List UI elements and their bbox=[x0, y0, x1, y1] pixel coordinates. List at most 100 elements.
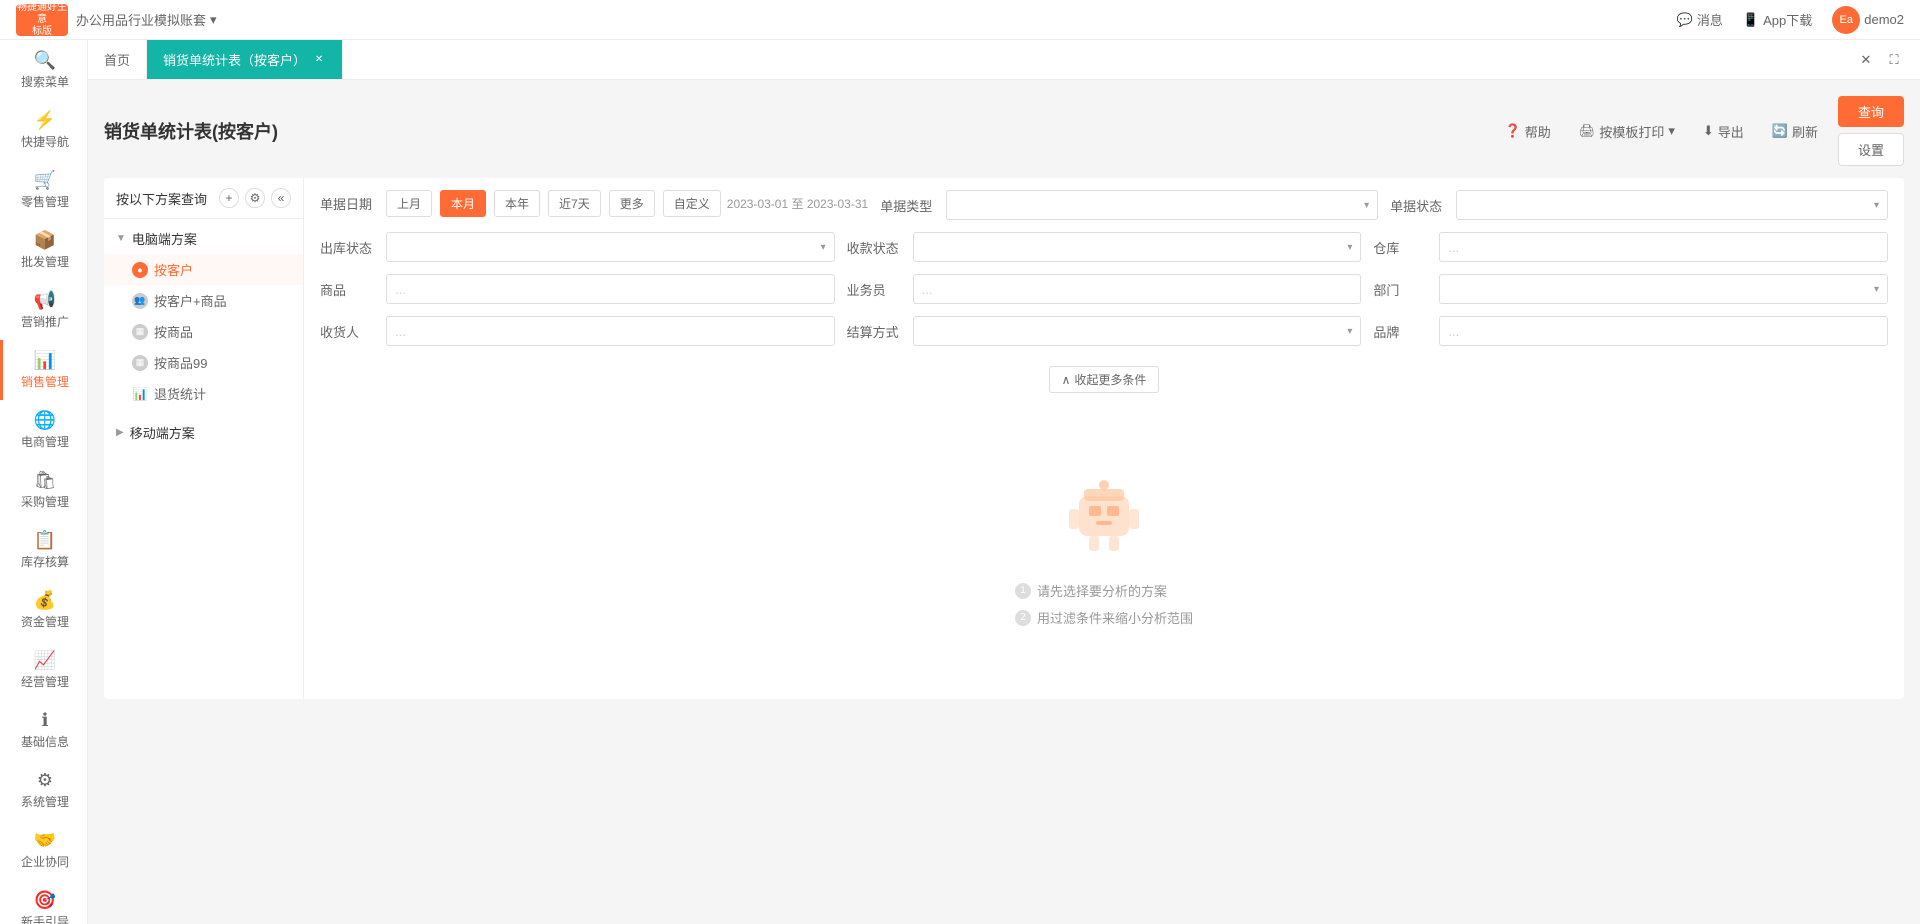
doc-type-chevron: ▾ bbox=[1364, 200, 1369, 211]
sidebar-item-search[interactable]: 🔍 搜索菜单 bbox=[0, 40, 87, 100]
app-logo: 畅捷通好生意标版 bbox=[16, 4, 68, 36]
page-actions: ❓ 帮助 🖨 按模板打印 ▾ ⬇ 导出 🔄 刷新 bbox=[1497, 96, 1904, 166]
help-btn[interactable]: ❓ 帮助 bbox=[1497, 118, 1559, 145]
industry-name: 办公用品行业模拟账套 bbox=[76, 10, 206, 29]
doc-status-select[interactable]: ▾ bbox=[1456, 190, 1888, 220]
out-status-label: 出库状态 bbox=[320, 238, 380, 257]
mobile-group-arrow: ▶ bbox=[116, 427, 124, 438]
tab-home[interactable]: 首页 bbox=[88, 40, 147, 79]
template-print-icon: 🖨 bbox=[1579, 123, 1596, 139]
warehouse-placeholder: ... bbox=[1448, 240, 1459, 255]
user-profile[interactable]: Ea demo2 bbox=[1832, 6, 1904, 34]
export-icon: ⬇ bbox=[1703, 123, 1714, 139]
sidebar-item-system[interactable]: ⚙ 系统管理 bbox=[0, 760, 87, 820]
employee-label: 业务员 bbox=[847, 280, 907, 299]
scheme-group-mobile: ▶ 移动端方案 bbox=[104, 413, 303, 452]
date-btn-this-year[interactable]: 本年 bbox=[494, 190, 540, 217]
scheme-panel: 按以下方案查询 + ⚙ « ▼ 电脑端方案 bbox=[104, 178, 304, 699]
collapse-btn[interactable]: ∧ 收起更多条件 bbox=[1049, 366, 1160, 393]
industry-chevron: ▾ bbox=[210, 12, 217, 28]
scheme-title: 按以下方案查询 bbox=[116, 189, 207, 208]
refresh-btn[interactable]: 🔄 刷新 bbox=[1764, 118, 1826, 145]
scheme-group-mobile-header[interactable]: ▶ 移动端方案 bbox=[104, 417, 303, 448]
out-status-select[interactable]: ▾ bbox=[386, 232, 835, 262]
operation-icon: 📈 bbox=[34, 650, 56, 671]
scheme-item-return-stats[interactable]: 📊 退货统计 bbox=[104, 378, 303, 409]
window-minimize-btn[interactable]: ✕ bbox=[1856, 50, 1876, 70]
employee-placeholder: ... bbox=[922, 282, 933, 297]
dept-chevron: ▾ bbox=[1874, 284, 1879, 295]
industry-selector[interactable]: 办公用品行业模拟账套 ▾ bbox=[76, 10, 217, 29]
empty-robot-illustration bbox=[1054, 461, 1154, 561]
scheme-add-btn[interactable]: + bbox=[219, 188, 239, 208]
sidebar-item-purchase[interactable]: 🛍 采购管理 bbox=[0, 460, 87, 520]
settle-select[interactable]: ▾ bbox=[913, 316, 1362, 346]
tip-num-2: 2 bbox=[1015, 610, 1031, 626]
date-btn-custom[interactable]: 自定义 bbox=[663, 190, 721, 217]
doc-type-select[interactable]: ▾ bbox=[946, 190, 1378, 220]
query-btn[interactable]: 查询 bbox=[1838, 96, 1904, 127]
main-layout: 🔍 搜索菜单 ⚡ 快捷导航 🛒 零售管理 📦 批发管理 📢 营销推广 📊 销售管… bbox=[0, 40, 1920, 924]
sidebar-item-sales[interactable]: 📊 销售管理 bbox=[0, 340, 87, 400]
scheme-actions: + ⚙ « bbox=[219, 188, 291, 208]
system-icon: ⚙ bbox=[37, 770, 53, 791]
sidebar-item-enterprise[interactable]: 🤝 企业协同 bbox=[0, 820, 87, 880]
sidebar-item-operation[interactable]: 📈 经营管理 bbox=[0, 640, 87, 700]
page-header: 销货单统计表(按客户) ❓ 帮助 🖨 按模板打印 ▾ ⬇ 导出 bbox=[104, 96, 1904, 166]
scheme-item-by-customer-goods[interactable]: 👥 按客户+商品 bbox=[104, 285, 303, 316]
brand-input[interactable]: ... bbox=[1439, 316, 1888, 346]
window-maximize-btn[interactable]: ⛶ bbox=[1884, 50, 1904, 70]
date-btn-more[interactable]: 更多 bbox=[609, 190, 655, 217]
message-label: 消息 bbox=[1697, 10, 1723, 29]
scheme-settings-btn[interactable]: ⚙ bbox=[245, 188, 265, 208]
header-right: 💬 消息 📱 App下载 Ea demo2 bbox=[1677, 6, 1904, 34]
recipient-input[interactable]: ... bbox=[386, 316, 835, 346]
app-header: 畅捷通好生意标版 办公用品行业模拟账套 ▾ 💬 消息 📱 App下载 Ea de… bbox=[0, 0, 1920, 40]
date-btn-this-month[interactable]: 本月 bbox=[440, 190, 486, 217]
settings-btn[interactable]: 设置 bbox=[1838, 133, 1904, 166]
tab-sales-stats[interactable]: 销货单统计表（按客户） ✕ bbox=[147, 40, 343, 79]
message-btn[interactable]: 💬 消息 bbox=[1677, 10, 1723, 29]
search-icon: 🔍 bbox=[34, 50, 56, 71]
sidebar-item-inventory[interactable]: 📋 库存核算 bbox=[0, 520, 87, 580]
dept-select[interactable]: ▾ bbox=[1439, 274, 1888, 304]
date-btn-7days[interactable]: 近7天 bbox=[548, 190, 601, 217]
sidebar-item-ecommerce[interactable]: 🌐 电商管理 bbox=[0, 400, 87, 460]
tip-1-text: 请先选择要分析的方案 bbox=[1037, 581, 1167, 600]
sidebar-item-basic[interactable]: ℹ 基础信息 bbox=[0, 700, 87, 760]
retail-icon: 🛒 bbox=[34, 170, 56, 191]
sidebar-item-quicknav[interactable]: ⚡ 快捷导航 bbox=[0, 100, 87, 160]
sidebar-label-retail: 零售管理 bbox=[21, 193, 69, 210]
collapse-up-icon: ∧ bbox=[1062, 373, 1071, 387]
empty-state: 1 请先选择要分析的方案 2 用过滤条件来缩小分析范围 bbox=[320, 401, 1888, 687]
by-goods-99-icon: ▦ bbox=[132, 355, 148, 371]
export-btn[interactable]: ⬇ 导出 bbox=[1695, 118, 1752, 145]
settle-label: 结算方式 bbox=[847, 322, 907, 341]
scheme-item-by-goods-99[interactable]: ▦ 按商品99 bbox=[104, 347, 303, 378]
sidebar-item-finance[interactable]: 💰 资金管理 bbox=[0, 580, 87, 640]
sidebar-item-marketing[interactable]: 📢 营销推广 bbox=[0, 280, 87, 340]
scheme-item-by-customer[interactable]: ● 按客户 bbox=[104, 254, 303, 285]
sidebar-item-newbie[interactable]: 🎯 新手引导 bbox=[0, 880, 87, 924]
dept-label: 部门 bbox=[1373, 280, 1433, 299]
scheme-group-desktop-header[interactable]: ▼ 电脑端方案 bbox=[104, 223, 303, 254]
date-btn-last-month[interactable]: 上月 bbox=[386, 190, 432, 217]
by-customer-goods-icon: 👥 bbox=[132, 293, 148, 309]
tab-close-icon[interactable]: ✕ bbox=[312, 53, 326, 67]
scheme-collapse-btn[interactable]: « bbox=[271, 188, 291, 208]
app-download-btn[interactable]: 📱 App下载 bbox=[1743, 10, 1812, 29]
sidebar-label-basic: 基础信息 bbox=[21, 733, 69, 750]
sidebar-label-sales: 销售管理 bbox=[21, 373, 69, 390]
out-status-chevron: ▾ bbox=[821, 242, 826, 253]
sidebar-item-wholesale[interactable]: 📦 批发管理 bbox=[0, 220, 87, 280]
sidebar-label-system: 系统管理 bbox=[21, 793, 69, 810]
template-print-btn[interactable]: 🖨 按模板打印 ▾ bbox=[1571, 118, 1683, 145]
page-content: 销货单统计表(按客户) ❓ 帮助 🖨 按模板打印 ▾ ⬇ 导出 bbox=[88, 80, 1920, 924]
scheme-item-by-goods[interactable]: ▦ 按商品 bbox=[104, 316, 303, 347]
warehouse-input[interactable]: ... bbox=[1439, 232, 1888, 262]
goods-input[interactable]: ... bbox=[386, 274, 835, 304]
sidebar-item-retail[interactable]: 🛒 零售管理 bbox=[0, 160, 87, 220]
collect-status-select[interactable]: ▾ bbox=[913, 232, 1362, 262]
sidebar-label-newbie: 新手引导 bbox=[21, 913, 69, 924]
employee-input[interactable]: ... bbox=[913, 274, 1362, 304]
